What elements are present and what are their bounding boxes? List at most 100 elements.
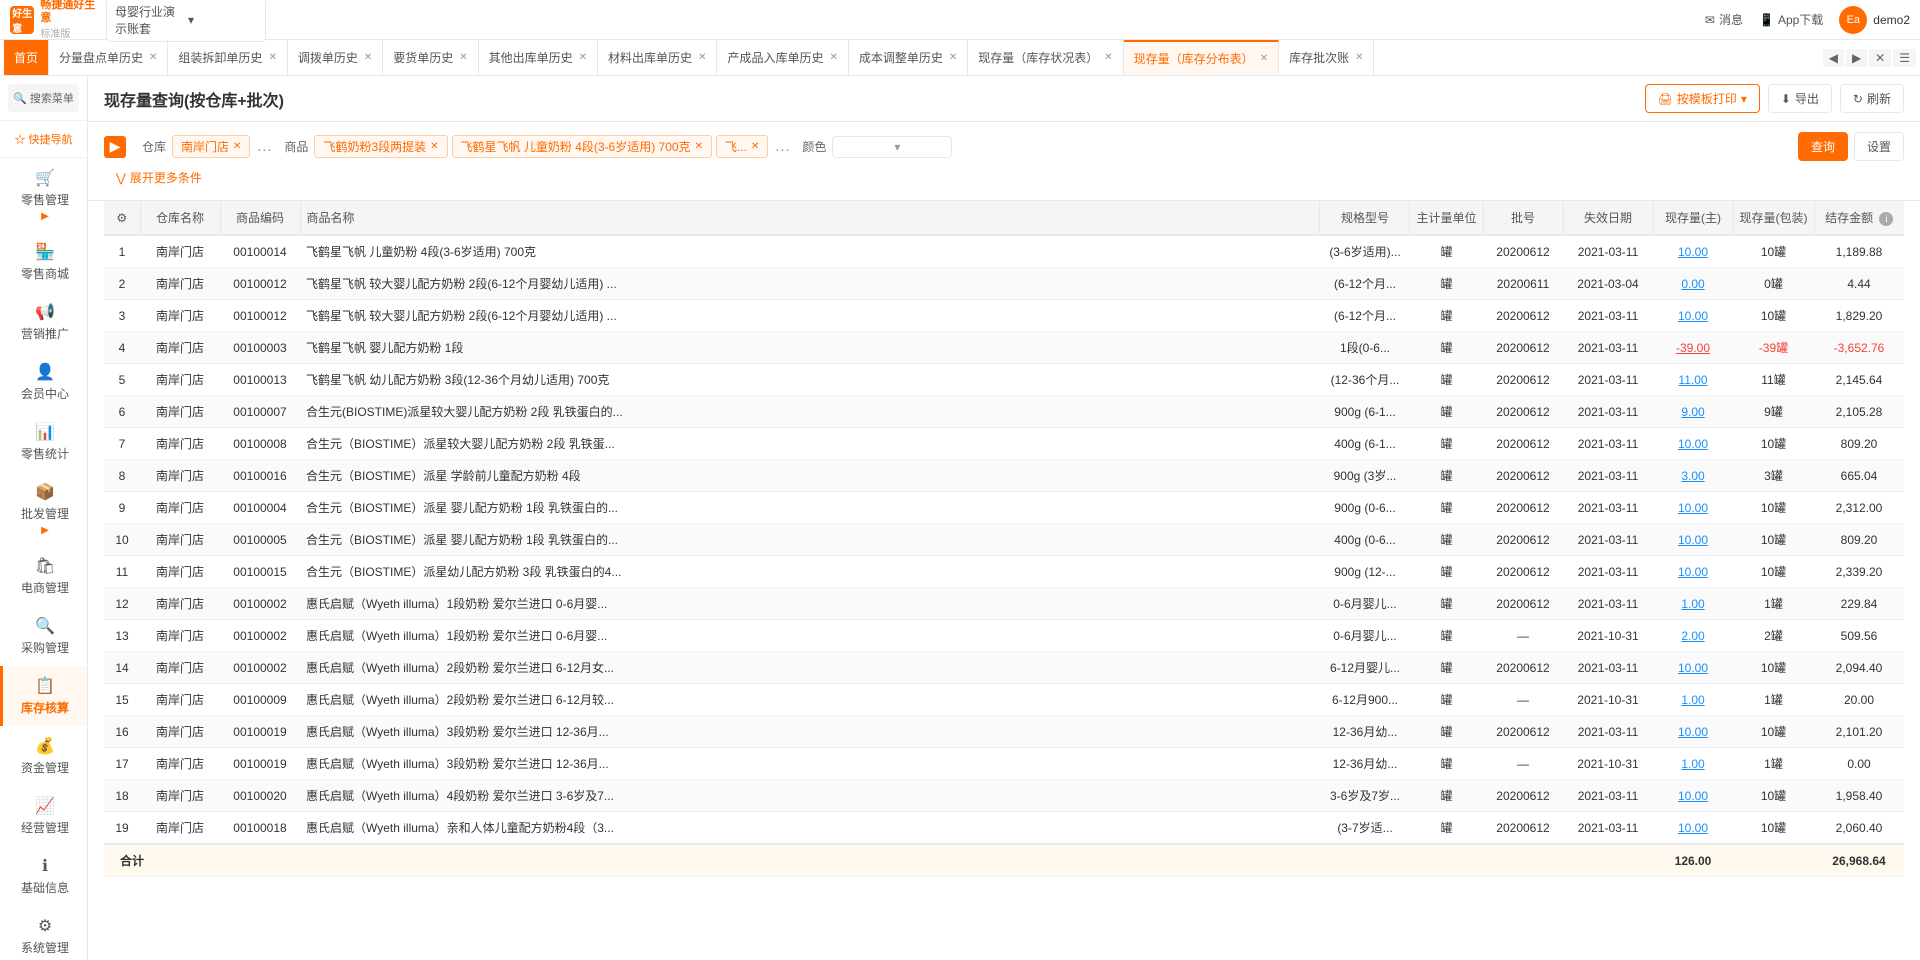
tab-next-btn[interactable]: ▶ — [1846, 49, 1867, 67]
tab-home[interactable]: 首页 — [4, 40, 49, 75]
tab-inventory-dist[interactable]: 现存量（库存分布表） ✕ — [1124, 40, 1279, 75]
sidebar-item-operations[interactable]: 📈 经营管理 — [0, 786, 87, 846]
product-tag-2-remove[interactable]: ✕ — [695, 141, 703, 152]
cell-qty[interactable]: 10.00 — [1653, 235, 1733, 268]
cell-qty[interactable]: 3.00 — [1653, 460, 1733, 492]
cell-qty[interactable]: 10.00 — [1653, 812, 1733, 845]
tab-disassemble-close[interactable]: ✕ — [268, 52, 276, 63]
tab-inventory-status-close[interactable]: ✕ — [1104, 52, 1112, 63]
cell-qty[interactable]: 1.00 — [1653, 684, 1733, 716]
cell-qty[interactable]: 1.00 — [1653, 588, 1733, 620]
query-btn[interactable]: 查询 — [1798, 132, 1848, 161]
tab-other-out[interactable]: 其他出库单历史 ✕ — [479, 40, 598, 75]
product-tag-2[interactable]: 飞鹤星飞帆 儿童奶粉 4段(3-6岁适用) 700克 ✕ — [452, 135, 712, 158]
product-tag-3[interactable]: 飞... ✕ — [716, 135, 768, 158]
sidebar-item-inventory[interactable]: 📋 库存核算 — [0, 666, 87, 726]
product-more-icon[interactable]: … — [774, 138, 790, 156]
cell-name: 合生元(BIOSTIME)派星较大婴儿配方奶粉 2段 乳铁蛋白的... — [300, 396, 1320, 428]
cell-expire: 2021-03-11 — [1563, 364, 1653, 396]
sidebar-item-batch-mgmt[interactable]: 📦 批发管理 ▶ — [0, 472, 87, 546]
sidebar-item-retail[interactable]: 🛒 零售管理 ▶ — [0, 158, 87, 232]
cell-qty[interactable]: 10.00 — [1653, 492, 1733, 524]
sidebar-item-system[interactable]: ⚙ 系统管理 — [0, 906, 87, 960]
cell-qty[interactable]: 10.00 — [1653, 524, 1733, 556]
batch-mgmt-arrow: ▶ — [41, 525, 49, 536]
tab-prev-btn[interactable]: ◀ — [1823, 49, 1844, 67]
tab-inventory-dist-close[interactable]: ✕ — [1260, 53, 1268, 64]
cell-warehouse: 南岸门店 — [140, 364, 220, 396]
tab-product-in[interactable]: 产成品入库单历史 ✕ — [717, 40, 848, 75]
tab-disassemble[interactable]: 组装拆卸单历史 ✕ — [168, 40, 287, 75]
tab-requisition[interactable]: 要货单历史 ✕ — [383, 40, 478, 75]
user-area[interactable]: Ea demo2 — [1839, 6, 1910, 34]
cell-qty[interactable]: 10.00 — [1653, 716, 1733, 748]
cell-no: 1 — [104, 235, 140, 268]
app-download-action[interactable]: 📱 App下载 — [1759, 11, 1823, 28]
cell-qty[interactable]: 9.00 — [1653, 396, 1733, 428]
tab-batch-account[interactable]: 库存批次账 ✕ — [1279, 40, 1374, 75]
avatar: Ea — [1839, 6, 1867, 34]
cell-batch: 20200611 — [1483, 268, 1563, 300]
tab-split-inventory[interactable]: 分量盘点单历史 ✕ — [49, 40, 168, 75]
quick-nav-btn[interactable]: ☆ 快捷导航 — [0, 125, 87, 153]
warehouse-tag-remove[interactable]: ✕ — [233, 141, 241, 152]
tab-transfer[interactable]: 调拨单历史 ✕ — [288, 40, 383, 75]
tab-material-out-close[interactable]: ✕ — [698, 52, 706, 63]
tab-material-out[interactable]: 材料出库单历史 ✕ — [598, 40, 717, 75]
cell-qty[interactable]: 10.00 — [1653, 652, 1733, 684]
tab-cost-adjust-close[interactable]: ✕ — [949, 52, 957, 63]
cell-qty[interactable]: 11.00 — [1653, 364, 1733, 396]
warehouse-more-icon[interactable]: … — [256, 138, 272, 156]
cell-expire: 2021-03-11 — [1563, 332, 1653, 364]
tab-split-inventory-close[interactable]: ✕ — [149, 52, 157, 63]
warehouse-tag-value: 南岸门店 — [181, 138, 229, 155]
sidebar-item-retail-stats[interactable]: 📊 零售统计 — [0, 412, 87, 472]
tab-requisition-close[interactable]: ✕ — [459, 52, 467, 63]
cell-warehouse: 南岸门店 — [140, 300, 220, 332]
tab-transfer-close[interactable]: ✕ — [364, 52, 372, 63]
tab-cost-adjust[interactable]: 成本调整单历史 ✕ — [849, 40, 968, 75]
sidebar-item-basics[interactable]: ℹ 基础信息 — [0, 846, 87, 906]
tab-inventory-status[interactable]: 现存量（库存状况表） ✕ — [968, 40, 1123, 75]
cell-qty[interactable]: 2.00 — [1653, 620, 1733, 652]
sidebar-item-finance[interactable]: 💰 资金管理 — [0, 726, 87, 786]
sidebar-item-member[interactable]: 👤 会员中心 — [0, 352, 87, 412]
color-selector[interactable]: ▾ — [832, 136, 952, 158]
cell-qty[interactable]: -39.00 — [1653, 332, 1733, 364]
refresh-btn[interactable]: ↻ 刷新 — [1840, 84, 1904, 113]
warehouse-tag[interactable]: 南岸门店 ✕ — [172, 135, 250, 158]
cell-spec: 400g (6-1... — [1320, 428, 1410, 460]
logo-icon: 好生意 — [10, 6, 34, 34]
cell-qty[interactable]: 10.00 — [1653, 556, 1733, 588]
cell-qty[interactable]: 10.00 — [1653, 780, 1733, 812]
balance-info-icon[interactable]: i — [1879, 212, 1893, 226]
filter-expand-btn[interactable]: ▶ — [104, 136, 126, 158]
sidebar-inventory-label: 库存核算 — [21, 699, 69, 716]
expand-more-btn[interactable]: ⋁ 展开更多条件 — [104, 165, 214, 190]
cell-qty[interactable]: 1.00 — [1653, 748, 1733, 780]
tab-product-in-close[interactable]: ✕ — [829, 52, 837, 63]
table-row: 1南岸门店00100014飞鹤星飞帆 儿童奶粉 4段(3-6岁适用) 700克(… — [104, 235, 1904, 268]
sidebar-item-purchase[interactable]: 🔍 采购管理 — [0, 606, 87, 666]
sidebar-item-retail-shop[interactable]: 🏪 零售商城 — [0, 232, 87, 292]
sidebar-item-ecommerce[interactable]: 🛍 电商管理 — [0, 546, 87, 606]
search-menu-btn[interactable]: 🔍 搜索菜单 — [8, 84, 79, 112]
settings-btn[interactable]: 设置 — [1854, 132, 1904, 161]
product-tag-1[interactable]: 飞鹤奶粉3段两提装 ✕ — [314, 135, 447, 158]
tab-other-out-close[interactable]: ✕ — [579, 52, 587, 63]
cell-qty[interactable]: 10.00 — [1653, 428, 1733, 460]
cell-qty[interactable]: 10.00 — [1653, 300, 1733, 332]
tab-batch-account-close[interactable]: ✕ — [1355, 52, 1363, 63]
export-btn[interactable]: ⬇ 导出 — [1768, 84, 1832, 113]
product-tag-3-remove[interactable]: ✕ — [751, 141, 759, 152]
message-action[interactable]: ✉ 消息 — [1705, 11, 1743, 28]
tab-menu-btn[interactable]: ☰ — [1893, 49, 1916, 67]
product-tag-1-remove[interactable]: ✕ — [430, 141, 438, 152]
template-print-btn[interactable]: 🖨 按模板打印 ▾ — [1645, 84, 1760, 113]
cell-qty[interactable]: 0.00 — [1653, 268, 1733, 300]
org-selector[interactable]: 母婴行业演示账套 ▾ — [106, 0, 266, 42]
product-tag-2-value: 飞鹤星飞帆 儿童奶粉 4段(3-6岁适用) 700克 — [461, 138, 691, 155]
cell-no: 4 — [104, 332, 140, 364]
sidebar-item-marketing[interactable]: 📢 营销推广 — [0, 292, 87, 352]
tab-close-all-btn[interactable]: ✕ — [1869, 49, 1891, 67]
